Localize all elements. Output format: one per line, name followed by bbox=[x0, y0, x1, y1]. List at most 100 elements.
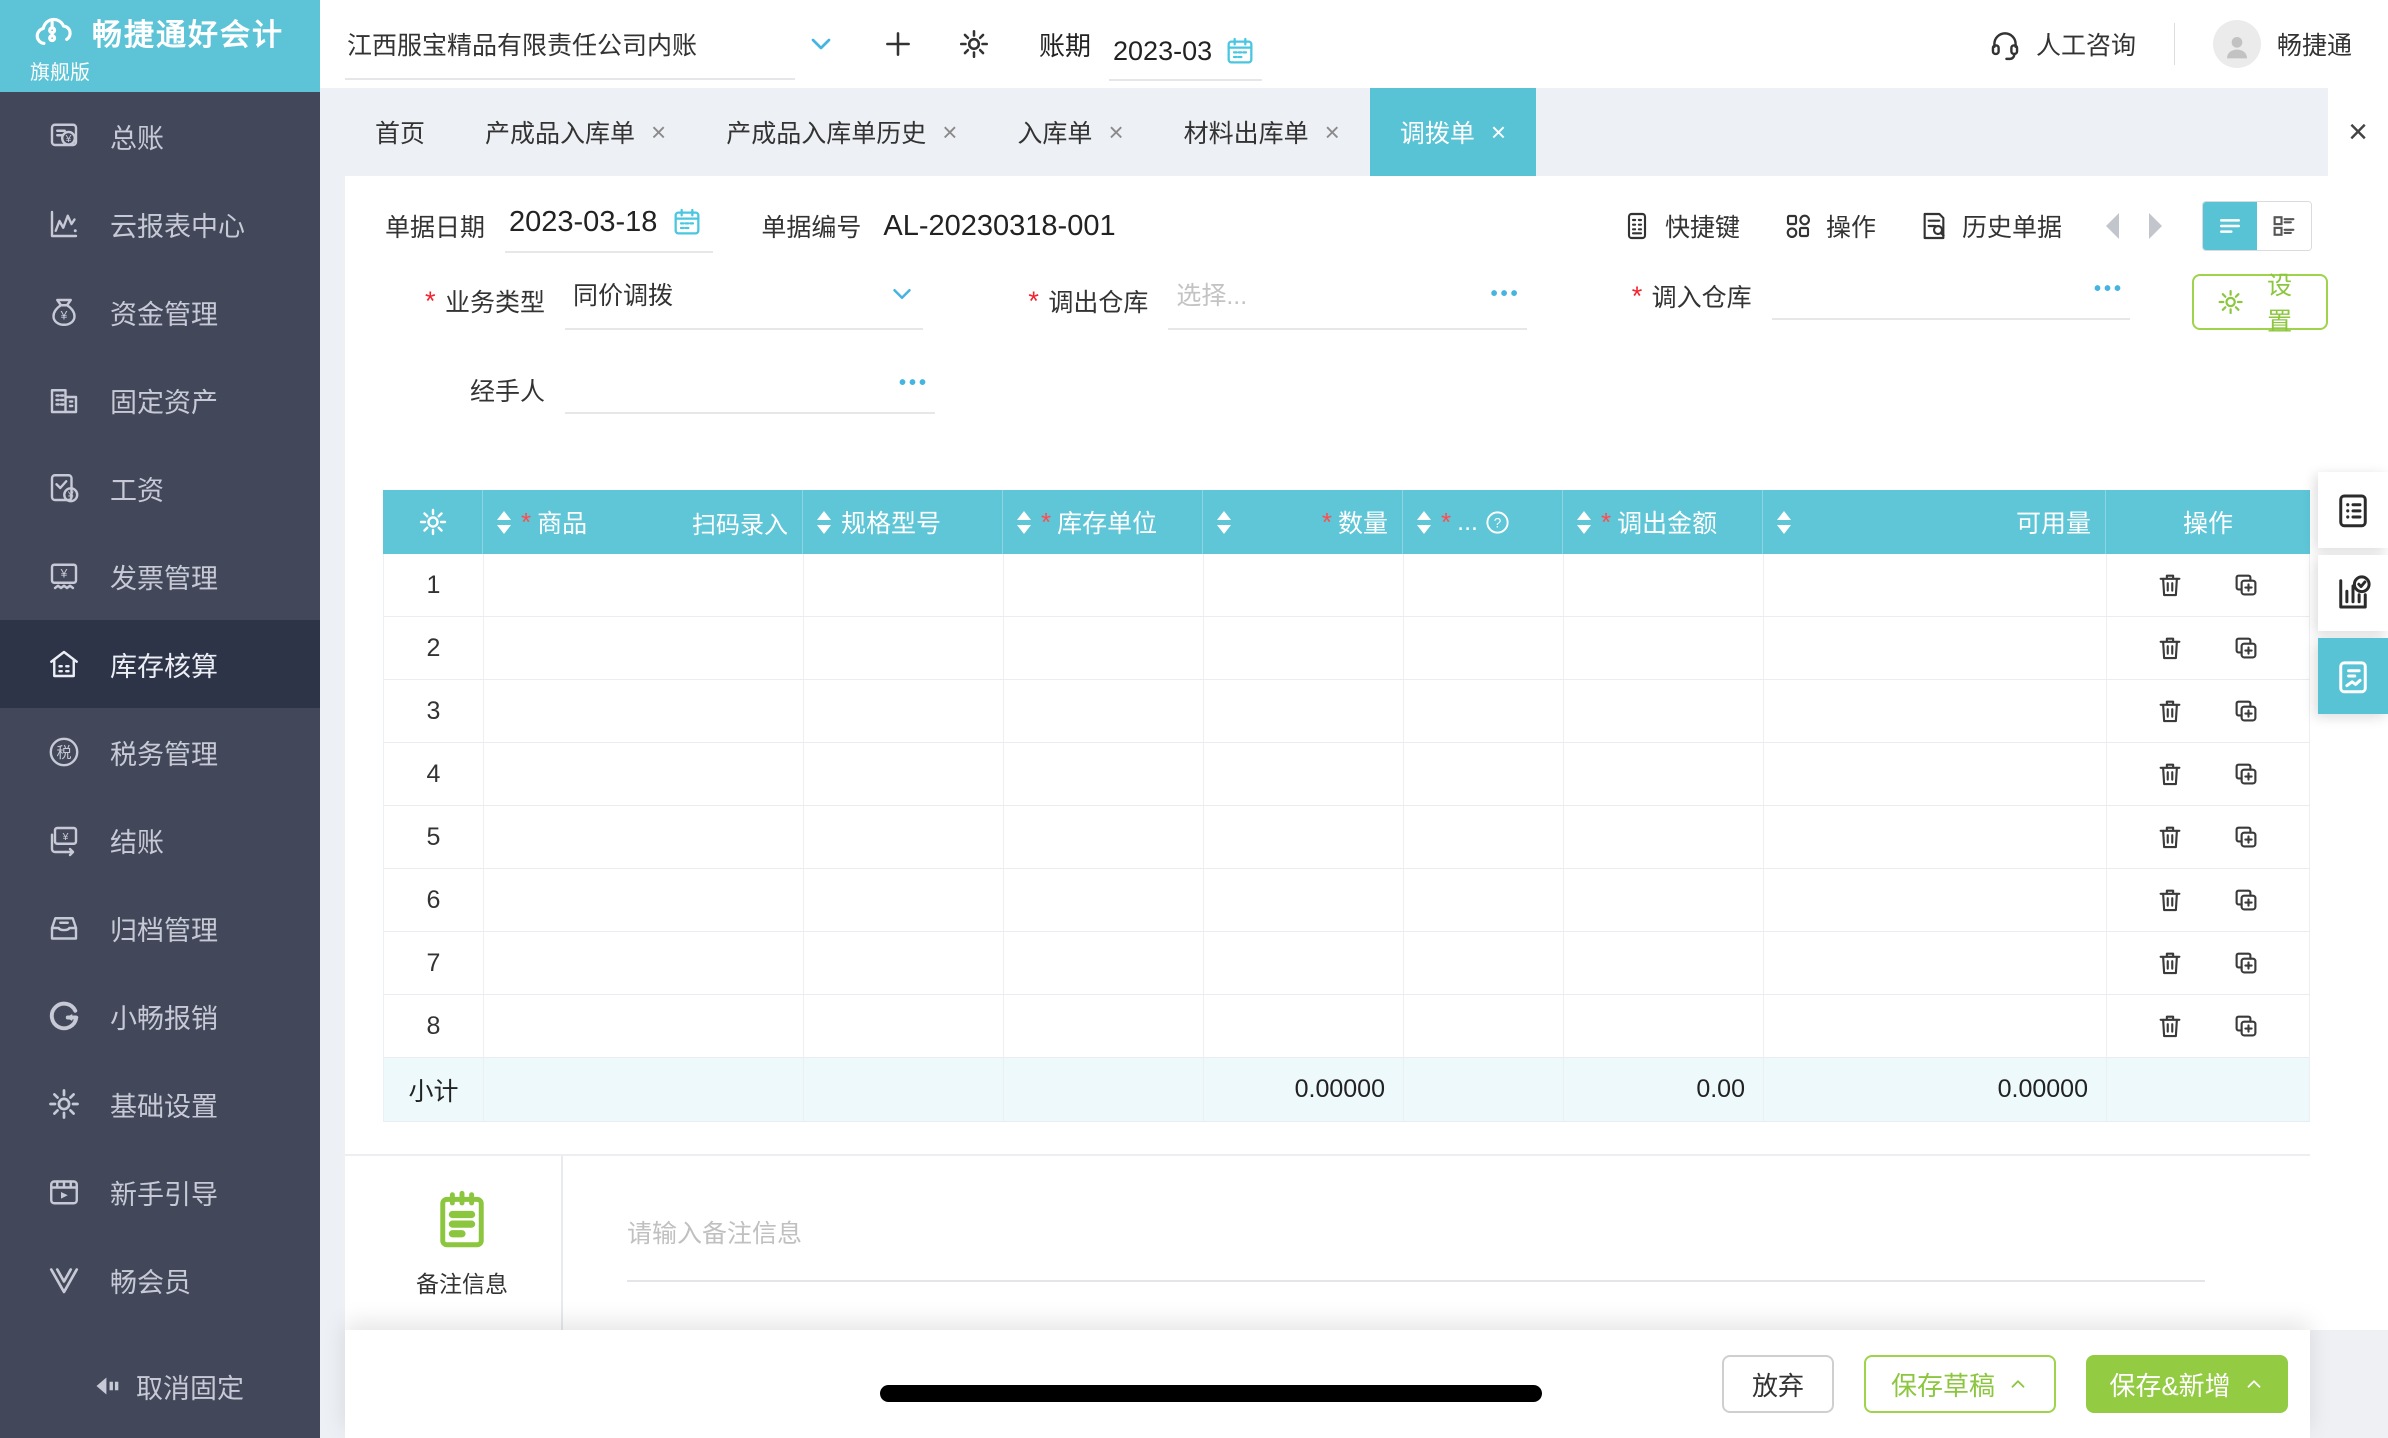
cell-out-amount[interactable] bbox=[1564, 869, 1764, 931]
cell-out-amount[interactable] bbox=[1564, 932, 1764, 994]
delete-row-icon[interactable] bbox=[2155, 759, 2185, 789]
cell-more-fields[interactable] bbox=[1404, 869, 1564, 931]
column-header-spec-model[interactable]: 规格型号 bbox=[803, 490, 1003, 554]
warehouse-out-select[interactable]: 选择... ••• bbox=[1168, 272, 1527, 330]
cell-quantity[interactable] bbox=[1204, 995, 1404, 1057]
delete-row-icon[interactable] bbox=[2155, 948, 2185, 978]
column-header-goods[interactable]: * 商品 扫码录入 bbox=[483, 490, 803, 554]
prev-doc-button[interactable] bbox=[2106, 213, 2119, 239]
table-settings-icon[interactable] bbox=[417, 506, 449, 538]
cell-quantity[interactable] bbox=[1204, 806, 1404, 868]
cell-available-qty[interactable] bbox=[1764, 932, 2107, 994]
more-options-icon[interactable]: ••• bbox=[2094, 279, 2124, 299]
cell-stock-unit[interactable] bbox=[1004, 869, 1204, 931]
cell-stock-unit[interactable] bbox=[1004, 806, 1204, 868]
tab-close-icon[interactable]: × bbox=[1108, 119, 1123, 145]
cell-out-amount[interactable] bbox=[1564, 806, 1764, 868]
delete-row-icon[interactable] bbox=[2155, 633, 2185, 663]
cell-stock-unit[interactable] bbox=[1004, 680, 1204, 742]
copy-row-icon[interactable] bbox=[2231, 885, 2261, 915]
sidebar-item-invoice[interactable]: 发票管理 bbox=[0, 532, 320, 620]
delete-row-icon[interactable] bbox=[2155, 570, 2185, 600]
sidebar-item-funds[interactable]: 资金管理 bbox=[0, 268, 320, 356]
document-view-button[interactable] bbox=[2318, 638, 2388, 714]
cell-stock-unit[interactable] bbox=[1004, 617, 1204, 679]
cell-quantity[interactable] bbox=[1204, 932, 1404, 994]
cell-spec-model[interactable] bbox=[804, 806, 1004, 868]
sidebar-item-reimburse[interactable]: 小畅报销 bbox=[0, 972, 320, 1060]
sort-icon[interactable] bbox=[1577, 510, 1591, 534]
cell-more-fields[interactable] bbox=[1404, 743, 1564, 805]
cell-goods[interactable] bbox=[484, 869, 804, 931]
cell-goods[interactable] bbox=[484, 932, 804, 994]
list-view-button[interactable] bbox=[2203, 202, 2257, 250]
cell-stock-unit[interactable] bbox=[1004, 995, 1204, 1057]
doc-date-field[interactable]: 2023-03-18 bbox=[505, 200, 714, 253]
help-icon[interactable] bbox=[1484, 509, 1511, 536]
cell-more-fields[interactable] bbox=[1404, 554, 1564, 616]
tab-product-in-history[interactable]: 产成品入库单历史 × bbox=[696, 88, 987, 176]
sidebar-item-inventory[interactable]: 库存核算 bbox=[0, 620, 320, 708]
tab-close-icon[interactable]: × bbox=[942, 119, 957, 145]
cell-available-qty[interactable] bbox=[1764, 869, 2107, 931]
sidebar-item-closing[interactable]: 结账 bbox=[0, 796, 320, 884]
column-header-quantity[interactable]: * 数量 bbox=[1203, 490, 1403, 554]
cell-spec-model[interactable] bbox=[804, 995, 1004, 1057]
sort-icon[interactable] bbox=[497, 510, 511, 534]
cell-stock-unit[interactable] bbox=[1004, 743, 1204, 805]
biz-type-select[interactable]: 同价调拨 bbox=[565, 272, 924, 330]
cell-quantity[interactable] bbox=[1204, 680, 1404, 742]
company-selector[interactable]: 江西服宝精品有限责任公司内账 bbox=[345, 8, 837, 80]
settings-button[interactable]: 设置 bbox=[2192, 272, 2328, 336]
user-menu[interactable]: 畅捷通 bbox=[2212, 20, 2352, 68]
cell-available-qty[interactable] bbox=[1764, 554, 2107, 616]
next-doc-button[interactable] bbox=[2149, 213, 2162, 239]
cell-goods[interactable] bbox=[484, 743, 804, 805]
column-header-stock-unit[interactable]: * 库存单位 bbox=[1003, 490, 1203, 554]
cell-quantity[interactable] bbox=[1204, 869, 1404, 931]
cell-out-amount[interactable] bbox=[1564, 743, 1764, 805]
discard-button[interactable]: 放弃 bbox=[1722, 1355, 1834, 1413]
more-options-icon[interactable]: ••• bbox=[1491, 284, 1521, 304]
cell-goods[interactable] bbox=[484, 680, 804, 742]
handler-select[interactable]: ••• bbox=[565, 366, 935, 414]
detail-list-button[interactable] bbox=[2318, 472, 2388, 548]
cell-out-amount[interactable] bbox=[1564, 995, 1764, 1057]
copy-row-icon[interactable] bbox=[2231, 759, 2261, 789]
sort-icon[interactable] bbox=[1017, 510, 1031, 534]
tab-close-icon[interactable]: × bbox=[651, 119, 666, 145]
card-view-button[interactable] bbox=[2257, 202, 2311, 250]
scan-entry-link[interactable]: 扫码录入 bbox=[692, 505, 788, 540]
delete-row-icon[interactable] bbox=[2155, 696, 2185, 726]
tab-stock-in[interactable]: 入库单 × bbox=[987, 88, 1153, 176]
period-field[interactable]: 2023-03 bbox=[1109, 21, 1263, 81]
sidebar-item-ledger[interactable]: 总账 bbox=[0, 92, 320, 180]
tab-close-icon[interactable]: × bbox=[1491, 119, 1506, 145]
cell-available-qty[interactable] bbox=[1764, 806, 2107, 868]
cell-goods[interactable] bbox=[484, 554, 804, 616]
tab-transfer[interactable]: 调拨单 × bbox=[1369, 88, 1537, 176]
copy-row-icon[interactable] bbox=[2231, 822, 2261, 852]
cell-more-fields[interactable] bbox=[1404, 932, 1564, 994]
copy-row-icon[interactable] bbox=[2231, 570, 2261, 600]
cell-available-qty[interactable] bbox=[1764, 743, 2107, 805]
more-options-icon[interactable]: ••• bbox=[899, 373, 929, 393]
report-check-button[interactable] bbox=[2318, 555, 2388, 631]
cell-quantity[interactable] bbox=[1204, 617, 1404, 679]
cell-more-fields[interactable] bbox=[1404, 680, 1564, 742]
cell-quantity[interactable] bbox=[1204, 554, 1404, 616]
sidebar-item-archive[interactable]: 归档管理 bbox=[0, 884, 320, 972]
copy-row-icon[interactable] bbox=[2231, 633, 2261, 663]
sort-icon[interactable] bbox=[817, 510, 831, 534]
cell-out-amount[interactable] bbox=[1564, 554, 1764, 616]
delete-row-icon[interactable] bbox=[2155, 822, 2185, 852]
copy-row-icon[interactable] bbox=[2231, 1011, 2261, 1041]
tab-material-out[interactable]: 材料出库单 × bbox=[1154, 88, 1370, 176]
tab-close-icon[interactable]: × bbox=[1325, 119, 1340, 145]
cell-stock-unit[interactable] bbox=[1004, 932, 1204, 994]
cell-goods[interactable] bbox=[484, 617, 804, 679]
history-docs-button[interactable]: 历史单据 bbox=[1918, 208, 2062, 244]
sort-icon[interactable] bbox=[1217, 510, 1231, 534]
cell-spec-model[interactable] bbox=[804, 617, 1004, 679]
cell-spec-model[interactable] bbox=[804, 869, 1004, 931]
